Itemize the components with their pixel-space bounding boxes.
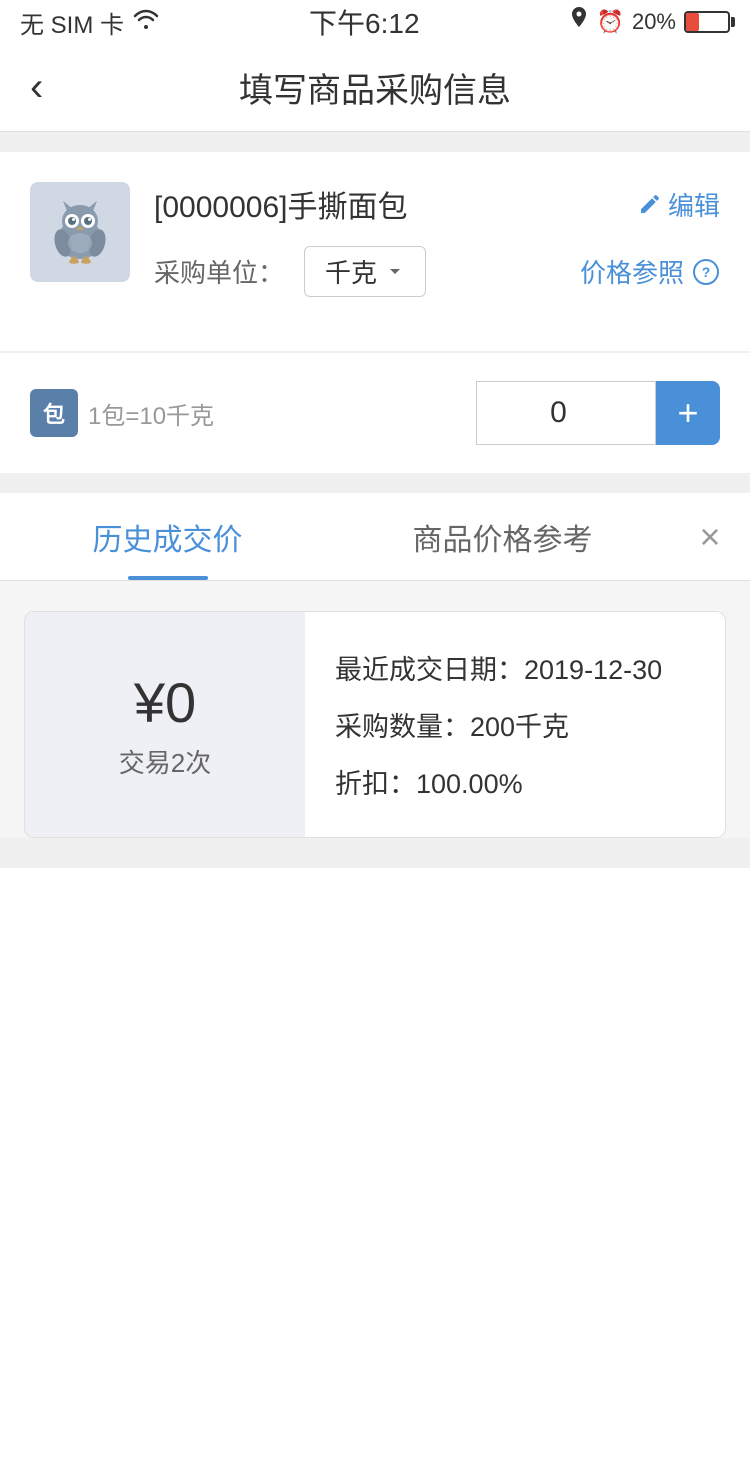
tab-history-label: 历史成交价 xyxy=(93,515,243,559)
date-label: 最近成交日期： xyxy=(335,655,524,685)
price-ref-label: 价格参照 xyxy=(580,253,684,290)
price-tabs: 历史成交价 商品价格参考 × xyxy=(0,493,750,581)
back-button[interactable]: ‹ xyxy=(30,55,63,120)
unit-label: 采购单位： xyxy=(154,253,284,290)
quantity-detail-label: 采购数量： xyxy=(335,712,470,742)
unit-row: 采购单位： 千克 价格参照 ? xyxy=(154,246,720,297)
card-right: 最近成交日期：2019-12-30 采购数量：200千克 折扣：100.00% xyxy=(305,612,725,837)
unit-select[interactable]: 千克 xyxy=(304,246,426,297)
tab-product-price-ref[interactable]: 商品价格参考 xyxy=(335,493,670,580)
battery-icon xyxy=(684,11,730,33)
price-panel: 历史成交价 商品价格参考 × ¥0 交易2次 最近成交日期：2019-12-30… xyxy=(0,493,750,838)
alarm-icon: ⏰ xyxy=(597,9,624,35)
status-time: 下午6:12 xyxy=(309,2,420,42)
edit-label: 编辑 xyxy=(668,186,720,223)
transaction-count: 交易2次 xyxy=(119,743,211,780)
quantity-detail-value: 200千克 xyxy=(470,712,569,742)
bag-icon: 包 xyxy=(30,389,78,437)
quantity-row: 采购数量：200千克 xyxy=(335,705,695,744)
nav-bar: ‹ 填写商品采购信息 xyxy=(0,44,750,132)
battery-percent: 20% xyxy=(632,9,676,35)
date-row: 最近成交日期：2019-12-30 xyxy=(335,648,695,687)
price-value: ¥0 xyxy=(134,670,196,735)
tab-product-label: 商品价格参考 xyxy=(413,515,593,559)
date-value: 2019-12-30 xyxy=(524,655,662,685)
discount-value: 100.00% xyxy=(416,769,523,799)
product-header: [0000006]手撕面包 编辑 采购单位： 千克 价格参照 xyxy=(30,182,720,297)
location-icon xyxy=(569,7,589,37)
product-name: [0000006]手撕面包 xyxy=(154,182,407,226)
quantity-section: 包 1包=10千克 + xyxy=(0,353,750,473)
main-body xyxy=(0,868,750,1468)
wifi-icon xyxy=(132,8,160,36)
product-section: [0000006]手撕面包 编辑 采购单位： 千克 价格参照 xyxy=(0,152,750,351)
product-info: [0000006]手撕面包 编辑 采购单位： 千克 价格参照 xyxy=(154,182,720,297)
svg-text:?: ? xyxy=(702,264,711,280)
unit-value: 千克 xyxy=(325,253,377,290)
transaction-card: ¥0 交易2次 最近成交日期：2019-12-30 采购数量：200千克 折扣：… xyxy=(24,611,726,838)
status-left: 无 SIM 卡 xyxy=(20,5,160,40)
close-panel-button[interactable]: × xyxy=(670,493,750,581)
product-title-row: [0000006]手撕面包 编辑 xyxy=(154,182,720,226)
quantity-input[interactable] xyxy=(476,381,656,445)
edit-button[interactable]: 编辑 xyxy=(638,186,720,223)
page-title: 填写商品采购信息 xyxy=(239,63,511,112)
quantity-plus-button[interactable]: + xyxy=(656,381,720,445)
discount-row: 折扣：100.00% xyxy=(335,762,695,801)
status-right: ⏰ 20% xyxy=(569,7,730,37)
price-reference-button[interactable]: 价格参照 ? xyxy=(580,253,720,290)
bag-label: 包 xyxy=(43,397,65,429)
card-left: ¥0 交易2次 xyxy=(25,612,305,837)
quantity-controls: + xyxy=(476,381,720,445)
package-hint: 1包=10千克 xyxy=(88,396,214,431)
no-sim-text: 无 SIM 卡 xyxy=(20,5,124,40)
product-thumbnail xyxy=(30,182,130,282)
quantity-label: 包 1包=10千克 xyxy=(30,389,214,437)
status-bar: 无 SIM 卡 下午6:12 ⏰ 20% xyxy=(0,0,750,44)
tab-underline xyxy=(128,576,208,580)
tab-history-price[interactable]: 历史成交价 xyxy=(0,493,335,580)
discount-label: 折扣： xyxy=(335,769,416,799)
